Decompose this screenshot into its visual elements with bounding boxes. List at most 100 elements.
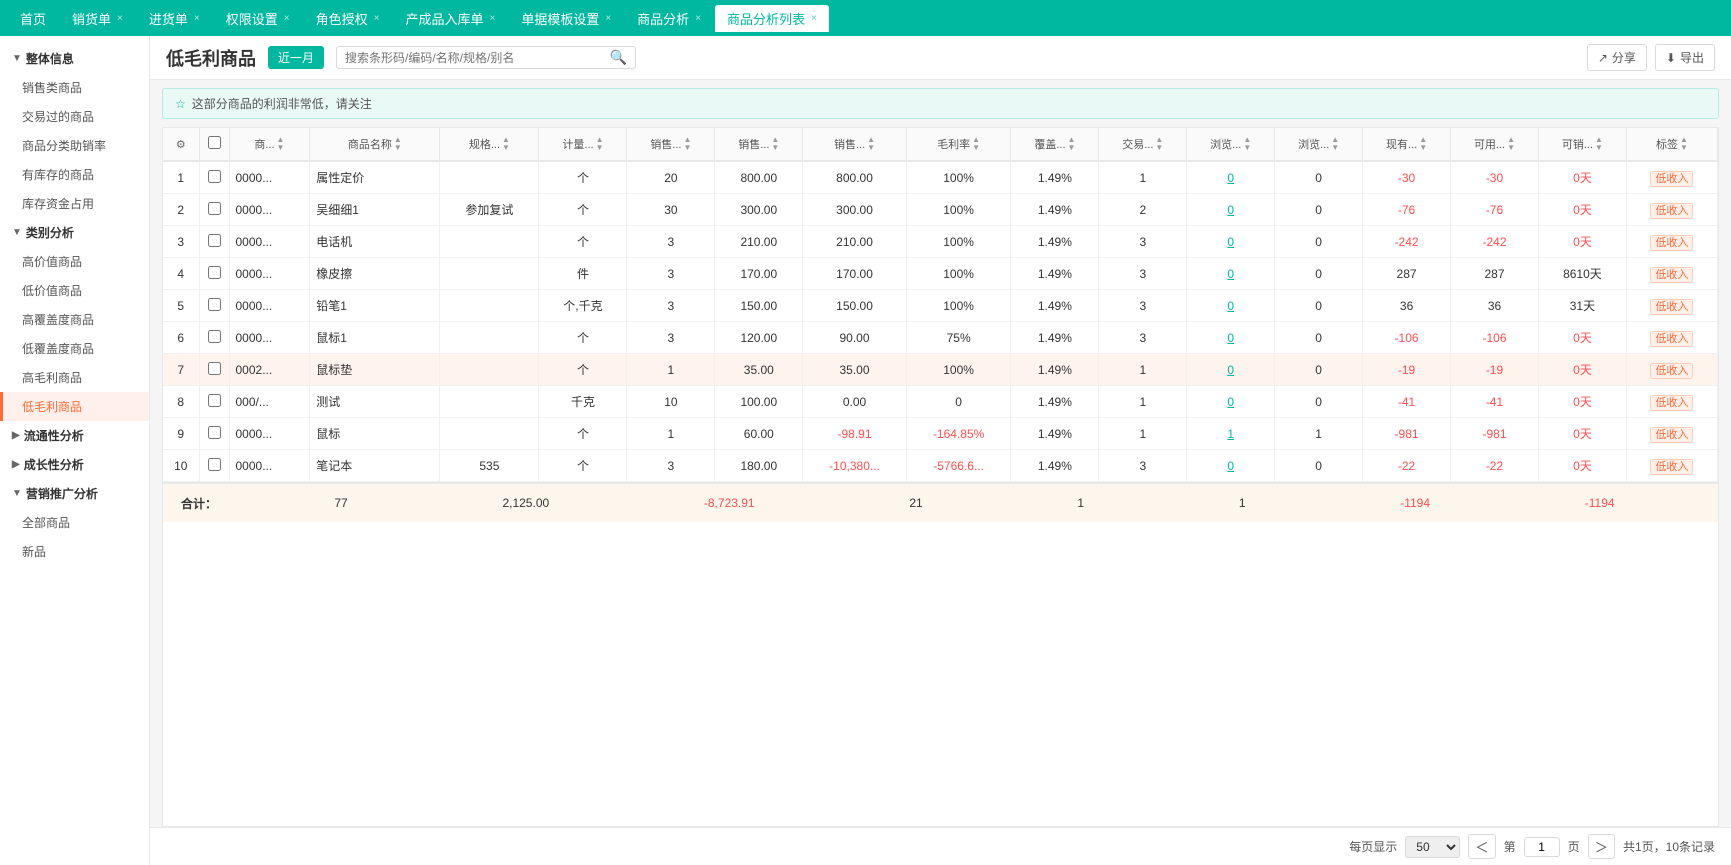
- nav-role-auth[interactable]: 角色授权×: [304, 5, 392, 32]
- row-select-checkbox[interactable]: [208, 234, 221, 247]
- col-coverage[interactable]: 覆盖...▲▼: [1011, 128, 1099, 161]
- close-icon[interactable]: ×: [605, 13, 611, 24]
- views1-link[interactable]: 0: [1227, 459, 1234, 473]
- close-icon[interactable]: ×: [117, 13, 123, 24]
- row-select-checkbox[interactable]: [208, 298, 221, 311]
- row-checkbox[interactable]: [199, 322, 229, 354]
- search-icon[interactable]: 🔍: [610, 49, 627, 66]
- sidebar-group-liquidity[interactable]: ▶ 流通性分析: [0, 421, 149, 450]
- nav-product-analysis[interactable]: 商品分析×: [625, 5, 713, 32]
- col-unit[interactable]: 计量...▲▼: [539, 128, 627, 161]
- col-transactions[interactable]: 交易...▲▼: [1099, 128, 1187, 161]
- col-tag[interactable]: 标签▲▼: [1626, 128, 1717, 161]
- row-views1[interactable]: 0: [1187, 258, 1275, 290]
- nav-product-inbound[interactable]: 产成品入库单×: [393, 5, 507, 32]
- row-checkbox[interactable]: [199, 290, 229, 322]
- nav-purchase-order[interactable]: 进货单×: [137, 5, 212, 32]
- close-icon[interactable]: ×: [489, 13, 495, 24]
- close-icon[interactable]: ×: [374, 13, 380, 24]
- col-sales-profit[interactable]: 销售...▲▼: [803, 128, 907, 161]
- sidebar-group-overall[interactable]: ▼ 整体信息: [0, 44, 149, 73]
- col-sales-amount[interactable]: 销售...▲▼: [715, 128, 803, 161]
- share-button[interactable]: ↗ 分享: [1587, 44, 1647, 71]
- col-views1[interactable]: 浏览...▲▼: [1187, 128, 1275, 161]
- row-checkbox[interactable]: [199, 226, 229, 258]
- row-views1[interactable]: 0: [1187, 322, 1275, 354]
- close-icon[interactable]: ×: [284, 13, 290, 24]
- nav-sales-order[interactable]: 销货单×: [60, 5, 135, 32]
- sidebar-item-traded-products[interactable]: 交易过的商品: [0, 102, 149, 131]
- nav-product-analysis-list[interactable]: 商品分析列表×: [715, 5, 829, 32]
- period-button[interactable]: 近一月: [268, 46, 324, 69]
- views1-link[interactable]: 0: [1227, 171, 1234, 185]
- sidebar-item-high-margin[interactable]: 高毛利商品: [0, 363, 149, 392]
- views1-link[interactable]: 0: [1227, 363, 1234, 377]
- views1-link[interactable]: 0: [1227, 203, 1234, 217]
- nav-home[interactable]: 首页: [8, 5, 58, 32]
- sidebar-item-sales-products[interactable]: 销售类商品: [0, 73, 149, 102]
- col-current-stock[interactable]: 现有...▲▼: [1363, 128, 1451, 161]
- sidebar-group-marketing[interactable]: ▼ 营销推广分析: [0, 479, 149, 508]
- row-checkbox[interactable]: [199, 194, 229, 226]
- nav-template-settings[interactable]: 单据模板设置×: [509, 5, 623, 32]
- settings-icon[interactable]: ⚙: [176, 139, 186, 151]
- col-available-stock[interactable]: 可用...▲▼: [1451, 128, 1539, 161]
- close-icon[interactable]: ×: [194, 13, 200, 24]
- row-views1[interactable]: 0: [1187, 161, 1275, 194]
- export-button[interactable]: ⬇ 导出: [1655, 44, 1715, 71]
- sidebar-item-all-products[interactable]: 全部商品: [0, 508, 149, 537]
- sidebar-item-new-products[interactable]: 新品: [0, 537, 149, 566]
- row-select-checkbox[interactable]: [208, 266, 221, 279]
- views1-link[interactable]: 0: [1227, 299, 1234, 313]
- row-select-checkbox[interactable]: [208, 458, 221, 471]
- next-page-button[interactable]: ＞: [1588, 834, 1615, 859]
- sidebar-item-stocked-products[interactable]: 有库存的商品: [0, 160, 149, 189]
- sidebar-item-low-margin[interactable]: 低毛利商品: [0, 392, 149, 421]
- page-number-input[interactable]: [1524, 837, 1560, 857]
- prev-page-button[interactable]: ＜: [1468, 834, 1495, 859]
- views1-link[interactable]: 0: [1227, 331, 1234, 345]
- row-views1[interactable]: 0: [1187, 450, 1275, 482]
- col-settings[interactable]: ⚙: [163, 128, 199, 161]
- row-checkbox[interactable]: [199, 161, 229, 194]
- col-name[interactable]: 商品名称▲▼: [310, 128, 440, 161]
- views1-link[interactable]: 0: [1227, 395, 1234, 409]
- sidebar-group-growth[interactable]: ▶ 成长性分析: [0, 450, 149, 479]
- col-spec[interactable]: 规格...▲▼: [440, 128, 539, 161]
- nav-permissions[interactable]: 权限设置×: [214, 5, 302, 32]
- row-select-checkbox[interactable]: [208, 394, 221, 407]
- col-sales-qty[interactable]: 销售...▲▼: [627, 128, 715, 161]
- sidebar-item-high-value[interactable]: 高价值商品: [0, 247, 149, 276]
- search-input[interactable]: [345, 51, 610, 65]
- sidebar-item-category-sales-rate[interactable]: 商品分类助销率: [0, 131, 149, 160]
- views1-link[interactable]: 0: [1227, 235, 1234, 249]
- per-page-select[interactable]: 50 20 100: [1405, 836, 1460, 858]
- row-select-checkbox[interactable]: [208, 362, 221, 375]
- close-icon[interactable]: ×: [695, 13, 701, 24]
- row-views1[interactable]: 0: [1187, 386, 1275, 418]
- row-checkbox[interactable]: [199, 258, 229, 290]
- select-all-checkbox[interactable]: [208, 136, 221, 149]
- row-checkbox[interactable]: [199, 354, 229, 386]
- row-select-checkbox[interactable]: [208, 170, 221, 183]
- row-views1[interactable]: 0: [1187, 354, 1275, 386]
- sidebar-group-category[interactable]: ▼ 类别分析: [0, 218, 149, 247]
- col-saleable-days[interactable]: 可销...▲▼: [1538, 128, 1626, 161]
- row-views1[interactable]: 1: [1187, 418, 1275, 450]
- col-gross-margin[interactable]: 毛利率▲▼: [906, 128, 1011, 161]
- sidebar-item-low-coverage[interactable]: 低覆盖度商品: [0, 334, 149, 363]
- row-checkbox[interactable]: [199, 386, 229, 418]
- sidebar-item-high-coverage[interactable]: 高覆盖度商品: [0, 305, 149, 334]
- row-views1[interactable]: 0: [1187, 290, 1275, 322]
- row-views1[interactable]: 0: [1187, 226, 1275, 258]
- views1-link[interactable]: 0: [1227, 267, 1234, 281]
- close-icon[interactable]: ×: [811, 13, 817, 24]
- sidebar-item-inventory-capital[interactable]: 库存资金占用: [0, 189, 149, 218]
- views1-link[interactable]: 1: [1227, 427, 1234, 441]
- row-select-checkbox[interactable]: [208, 330, 221, 343]
- row-views1[interactable]: 0: [1187, 194, 1275, 226]
- sidebar-item-low-value[interactable]: 低价值商品: [0, 276, 149, 305]
- row-select-checkbox[interactable]: [208, 426, 221, 439]
- row-select-checkbox[interactable]: [208, 202, 221, 215]
- row-checkbox[interactable]: [199, 450, 229, 482]
